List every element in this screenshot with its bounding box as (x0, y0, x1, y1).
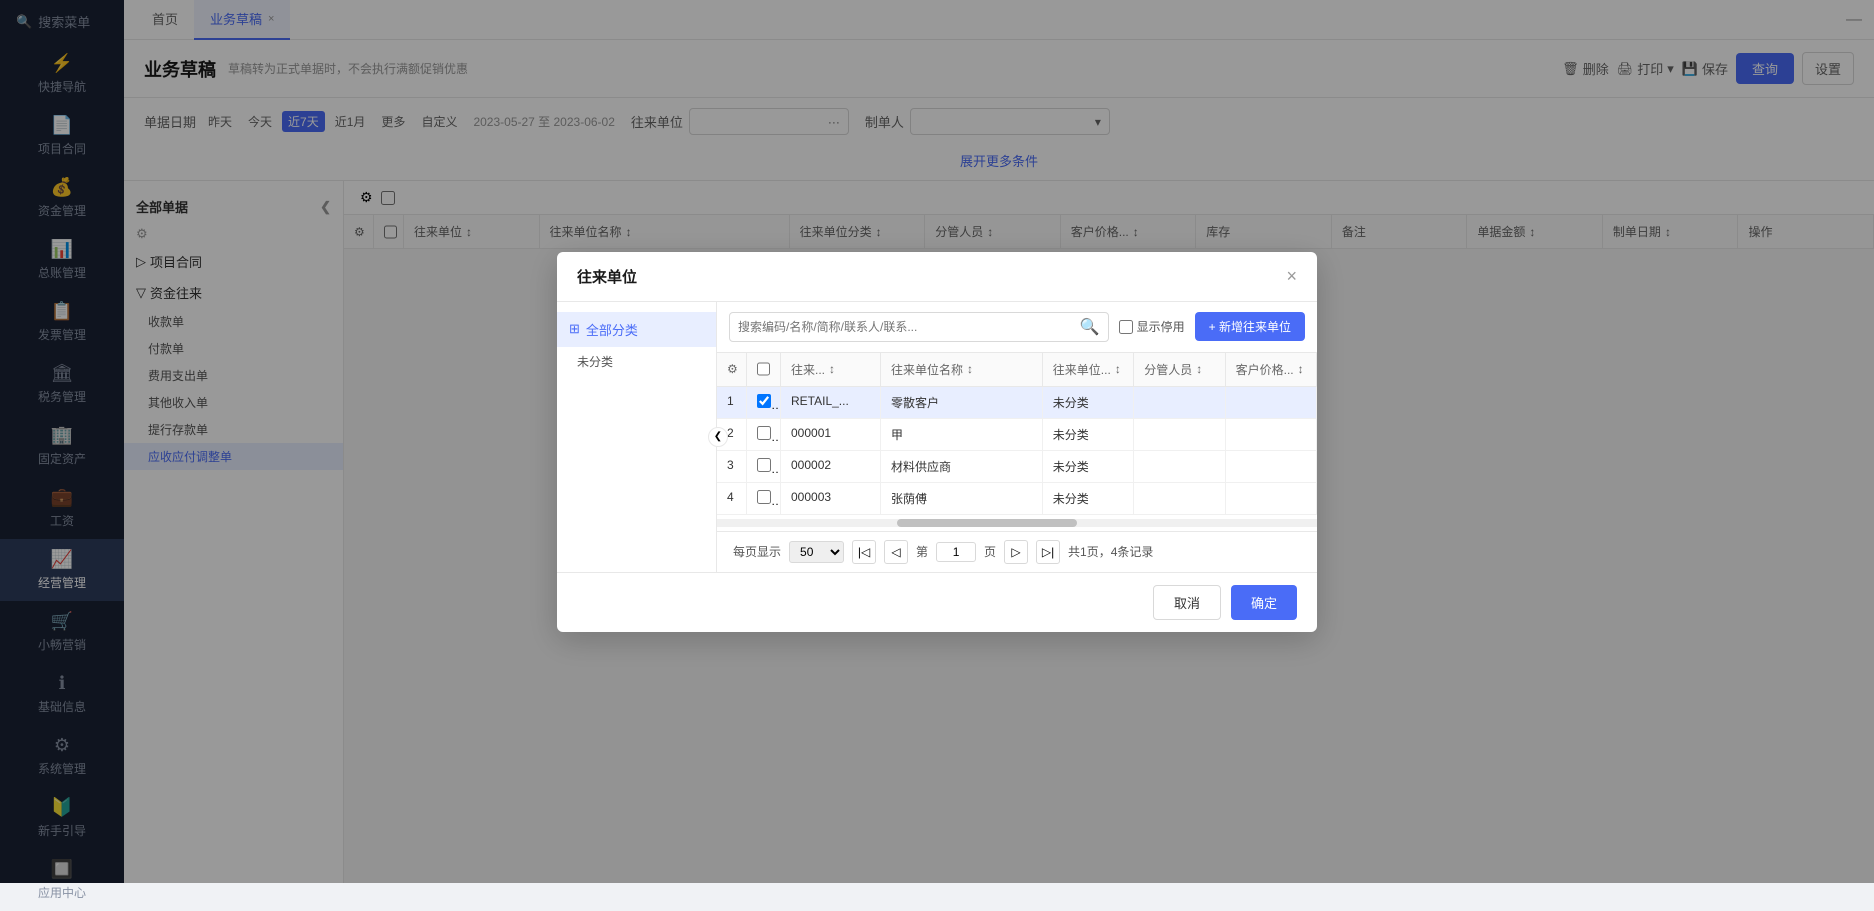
sort-icon: ↕ (967, 362, 973, 376)
row-price (1226, 451, 1317, 482)
mth-code: 往来... ↕ (781, 353, 881, 386)
sort-icon: ↕ (829, 362, 835, 376)
page-first-button[interactable]: |◁ (852, 540, 876, 564)
row-category: 未分类 (1043, 387, 1134, 418)
per-page-select[interactable]: 50 100 (789, 541, 844, 563)
row-name: 零散客户 (881, 387, 1043, 418)
modal-cat-all[interactable]: ⊞ 全部分类 (557, 312, 716, 347)
table-row[interactable]: 1 RETAIL_... 零散客户 未分类 (717, 387, 1317, 419)
table-row[interactable]: 3 000002 材料供应商 未分类 (717, 451, 1317, 483)
modal-panel-collapse-button[interactable]: ❮ (708, 427, 728, 447)
modal-toolbar: 🔍 显示停用 + 新增往来单位 (717, 302, 1317, 353)
show-disabled-label: 显示停用 (1137, 318, 1185, 335)
page-of-label: 页 (984, 543, 996, 560)
mth-name: 往来单位名称 ↕ (881, 353, 1043, 386)
row-price (1226, 419, 1317, 450)
row-name: 张荫傅 (881, 483, 1043, 514)
page-last-button[interactable]: ▷| (1036, 540, 1060, 564)
modal-title: 往来单位 (577, 266, 637, 287)
modal-scrollbar[interactable] (717, 519, 1317, 527)
page-number-input[interactable] (936, 542, 976, 562)
row-manager (1134, 387, 1225, 418)
row-checkbox[interactable] (747, 419, 781, 450)
row-checkbox[interactable] (747, 387, 781, 418)
mth-checkbox (747, 353, 781, 386)
modal-category-panel: ⊞ 全部分类 未分类 ❮ (557, 302, 717, 572)
total-label: 共1页，4条记录 (1068, 543, 1153, 560)
modal-overlay: 往来单位 × ⊞ 全部分类 未分类 ❮ (0, 0, 1874, 883)
modal-pagination: 每页显示 50 100 |◁ ◁ 第 页 ▷ ▷| 共1页，4条记录 (717, 531, 1317, 572)
page-next-button[interactable]: ▷ (1004, 540, 1028, 564)
modal-table: ⚙ 往来... ↕ 往来单位名称 ↕ 往来单位... ↕ (717, 353, 1317, 515)
show-disabled-checkbox[interactable] (1119, 320, 1133, 334)
mth-category: 往来单位... ↕ (1043, 353, 1134, 386)
row-category: 未分类 (1043, 483, 1134, 514)
sort-icon: ↕ (1196, 362, 1202, 376)
row-checkbox[interactable] (747, 451, 781, 482)
page-prev-button[interactable]: ◁ (884, 540, 908, 564)
gear-icon: ⚙ (727, 362, 738, 376)
confirm-button[interactable]: 确定 (1231, 585, 1297, 620)
modal-dialog: 往来单位 × ⊞ 全部分类 未分类 ❮ (557, 252, 1317, 632)
row-name: 甲 (881, 419, 1043, 450)
mth-manager: 分管人员 ↕ (1134, 353, 1225, 386)
row-category: 未分类 (1043, 419, 1134, 450)
grid-icon: ⊞ (569, 321, 580, 337)
modal-body: ⊞ 全部分类 未分类 ❮ 🔍 显示停用 (557, 302, 1317, 572)
sidebar-item-label: 应用中心 (38, 884, 86, 901)
row-num: 3 (717, 451, 747, 482)
sort-icon: ↕ (1298, 362, 1304, 376)
row-category: 未分类 (1043, 451, 1134, 482)
sort-icon: ↕ (1115, 362, 1121, 376)
add-partner-button[interactable]: + 新增往来单位 (1195, 312, 1305, 341)
row-manager (1134, 451, 1225, 482)
cancel-button[interactable]: 取消 (1153, 585, 1221, 620)
modal-header: 往来单位 × (557, 252, 1317, 302)
mth-settings: ⚙ (717, 353, 747, 386)
row-price (1226, 387, 1317, 418)
row-code: 000003 (781, 483, 881, 514)
modal-right-panel: 🔍 显示停用 + 新增往来单位 ⚙ 往来... ↕ (717, 302, 1317, 572)
row-manager (1134, 483, 1225, 514)
table-row[interactable]: 4 000003 张荫傅 未分类 (717, 483, 1317, 515)
row-code: RETAIL_... (781, 387, 881, 418)
row-code: 000001 (781, 419, 881, 450)
mth-price: 客户价格... ↕ (1226, 353, 1317, 386)
search-icon: 🔍 (1080, 317, 1100, 337)
row-manager (1134, 419, 1225, 450)
show-disabled-checkbox-wrap: 显示停用 (1119, 318, 1185, 335)
modal-footer: 取消 确定 (557, 572, 1317, 632)
modal-table-header: ⚙ 往来... ↕ 往来单位名称 ↕ 往来单位... ↕ (717, 353, 1317, 387)
row-price (1226, 483, 1317, 514)
modal-search-input[interactable] (738, 320, 1074, 334)
row-name: 材料供应商 (881, 451, 1043, 482)
page-label: 第 (916, 543, 928, 560)
modal-close-button[interactable]: × (1286, 266, 1297, 287)
row-num: 4 (717, 483, 747, 514)
per-page-label: 每页显示 (733, 543, 781, 560)
row-num: 1 (717, 387, 747, 418)
modal-scroll-thumb[interactable] (897, 519, 1077, 527)
row-code: 000002 (781, 451, 881, 482)
table-row[interactable]: 2 000001 甲 未分类 (717, 419, 1317, 451)
modal-header-checkbox[interactable] (757, 362, 770, 376)
row-checkbox[interactable] (747, 483, 781, 514)
modal-cat-unclassified[interactable]: 未分类 (557, 347, 716, 376)
modal-search-wrap: 🔍 (729, 312, 1109, 342)
